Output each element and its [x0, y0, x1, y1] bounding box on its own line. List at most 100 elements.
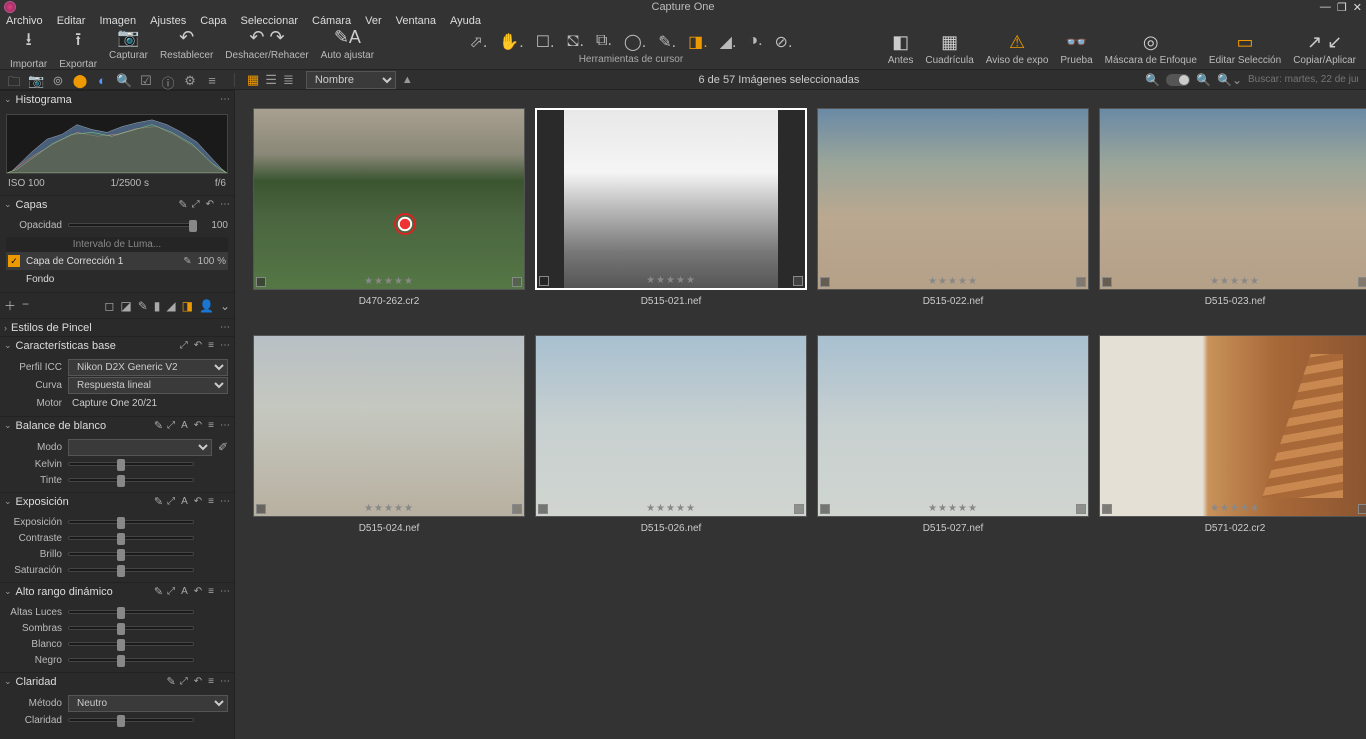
menu-ver[interactable]: Ver [365, 15, 382, 27]
panel-copy-icon[interactable]: ⤢ [167, 586, 175, 597]
tab-metadata-icon[interactable]: ⓘ [160, 73, 176, 87]
highlights-slider[interactable]: Altas Luces [6, 604, 228, 620]
white-slider[interactable]: Blanco [6, 636, 228, 652]
menu-ayuda[interactable]: Ayuda [450, 15, 481, 27]
thumbnail-checkbox[interactable] [1102, 504, 1112, 514]
kelvin-slider[interactable]: Kelvin [6, 456, 228, 472]
thumbnail-checkbox[interactable] [256, 277, 266, 287]
copy-apply-button[interactable]: ↗ ↙Copiar/Aplicar [1293, 32, 1356, 66]
layer-mask-icon[interactable]: ✎ [183, 256, 191, 267]
thumbnail-checkbox[interactable] [1102, 277, 1112, 287]
luma-range-button[interactable]: Intervalo de Luma... [6, 237, 228, 252]
mask-fill-icon[interactable]: 👤 [199, 299, 214, 313]
cursor-pen-icon[interactable]: ✎. [658, 32, 676, 52]
exposure-panel-header[interactable]: ⌄ Exposición ✎ ⤢A↶≡⋯ [0, 492, 234, 510]
thumbnail-image[interactable]: ★★★★★ [253, 108, 525, 290]
brush-styles-panel-header[interactable]: › Estilos de Pincel ⋯ [0, 318, 234, 336]
menu-ventana[interactable]: Ventana [396, 15, 436, 27]
panel-menu-icon[interactable]: ⋯ [220, 340, 230, 351]
rating-stars[interactable]: ★★★★★ [928, 503, 978, 514]
thumbnail-image[interactable]: ★★★★★ [253, 335, 525, 517]
brush-icon[interactable]: ✎ [154, 495, 163, 508]
panel-menu-icon[interactable]: ⋯ [220, 94, 230, 105]
tab-capture-icon[interactable]: 📷 [28, 73, 44, 87]
variant-icon[interactable] [794, 504, 804, 514]
saturation-slider[interactable]: Saturación [6, 562, 228, 578]
tab-library-icon[interactable]: 🗀 [6, 73, 22, 87]
zoom-icon[interactable]: 🔍 [1196, 73, 1211, 87]
exposure-slider[interactable]: Exposición [6, 514, 228, 530]
exposure-warning-button[interactable]: ⚠Aviso de expo [986, 32, 1049, 66]
edit-selection-button[interactable]: ▭Editar Selección [1209, 32, 1281, 66]
histogram-panel-header[interactable]: ⌄ Histograma ⋯ [0, 90, 234, 108]
tab-adjustments-icon[interactable]: ≡ [204, 73, 220, 87]
contrast-slider[interactable]: Contraste [6, 530, 228, 546]
panel-undo-icon[interactable]: ↶ [206, 199, 214, 210]
filter-icon[interactable]: 🔍 [1145, 73, 1160, 87]
cursor-crop-icon[interactable]: ☐. [536, 32, 555, 52]
panel-copy-icon[interactable]: ⤢ [167, 420, 175, 431]
view-grid-icon[interactable]: ▦ [247, 72, 259, 88]
tab-lens-icon[interactable]: ⊚ [50, 73, 66, 87]
brightness-slider[interactable]: Brillo [6, 546, 228, 562]
panel-auto-icon[interactable]: A [181, 496, 188, 507]
thumbnail-checkbox[interactable] [820, 277, 830, 287]
thumbnail-checkbox[interactable] [539, 276, 549, 286]
eyedropper-icon[interactable]: ✎ [154, 419, 163, 432]
icc-profile-select[interactable]: Nikon D2X Generic V2 [68, 359, 228, 376]
panel-undo-icon[interactable]: ↶ [194, 586, 202, 597]
thumbnail-checkbox[interactable] [820, 504, 830, 514]
mask-invert-icon[interactable]: ◪ [120, 299, 131, 313]
brush-icon[interactable]: ✎ [154, 585, 163, 598]
thumbnail-card[interactable]: ★★★★★D571-022.cr2 [1099, 335, 1366, 534]
panel-menu-icon[interactable]: ⋯ [220, 199, 230, 210]
thumbnail-checkbox[interactable] [256, 504, 266, 514]
variant-icon[interactable] [1358, 277, 1366, 287]
mask-feather-icon[interactable]: ⌄ [220, 299, 230, 313]
clarity-slider[interactable]: Claridad [6, 712, 228, 728]
wb-mode-select[interactable] [68, 439, 212, 456]
rating-stars[interactable]: ★★★★★ [364, 276, 414, 287]
cursor-straighten-icon[interactable]: ⛞. [566, 32, 584, 52]
maximize-button[interactable]: ❐ [1337, 1, 1347, 14]
panel-menu-icon[interactable]: ⋯ [220, 496, 230, 507]
tab-refine-icon[interactable]: 🔍 [116, 73, 132, 87]
thumbnail-image[interactable]: ★★★★★ [535, 108, 807, 290]
mask-erase-icon[interactable]: ▮ [154, 299, 161, 313]
mask-brush-icon[interactable]: ✎ [138, 299, 148, 313]
import-button[interactable]: ⭳Importar [10, 27, 47, 70]
variant-icon[interactable] [793, 276, 803, 286]
clarity-panel-header[interactable]: ⌄ Claridad ✎ ⤢↶≡⋯ [0, 672, 234, 690]
brush-icon[interactable]: ✎ [167, 675, 176, 688]
variant-icon[interactable] [1076, 277, 1086, 287]
thumbnail-image[interactable]: ★★★★★ [1099, 335, 1366, 517]
capture-button[interactable]: 📷Capturar [109, 27, 148, 70]
thumbnail-card[interactable]: ★★★★★D515-024.nef [253, 335, 525, 534]
sort-select[interactable]: Nombre [306, 71, 396, 89]
undoredo-button[interactable]: ↶ ↷Deshacer/Rehacer [225, 27, 308, 70]
panel-preset-icon[interactable]: ≡ [208, 340, 214, 351]
cursor-keystone-icon[interactable]: ⧉. [596, 32, 612, 52]
tab-exposure-icon[interactable]: ◐ [94, 73, 110, 87]
cursor-gradient-icon[interactable]: ◢. [720, 32, 737, 52]
hdr-panel-header[interactable]: ⌄ Alto rango dinámico ✎ ⤢A↶≡⋯ [0, 582, 234, 600]
panel-undo-icon[interactable]: ↶ [194, 496, 202, 507]
filter-toggle[interactable] [1166, 74, 1190, 86]
variant-icon[interactable] [512, 277, 522, 287]
shadows-slider[interactable]: Sombras [6, 620, 228, 636]
grid-button[interactable]: ▦Cuadrícula [925, 32, 973, 66]
variant-icon[interactable] [512, 504, 522, 514]
tint-slider[interactable]: Tinte [6, 472, 228, 488]
mask-radial-icon[interactable]: ◨ [182, 299, 193, 313]
panel-preset-icon[interactable]: ≡ [208, 496, 214, 507]
search-input[interactable] [1248, 74, 1358, 85]
rating-stars[interactable]: ★★★★★ [1210, 503, 1260, 514]
before-button[interactable]: ◧Antes [888, 32, 914, 66]
thumbnail-image[interactable]: ★★★★★ [535, 335, 807, 517]
menu-capa[interactable]: Capa [200, 15, 226, 27]
black-slider[interactable]: Negro [6, 652, 228, 668]
panel-auto-icon[interactable]: A [181, 420, 188, 431]
search-icon[interactable]: 🔍⌄ [1217, 73, 1242, 87]
rating-stars[interactable]: ★★★★★ [646, 503, 696, 514]
sort-direction-icon[interactable]: ▲ [402, 74, 413, 86]
